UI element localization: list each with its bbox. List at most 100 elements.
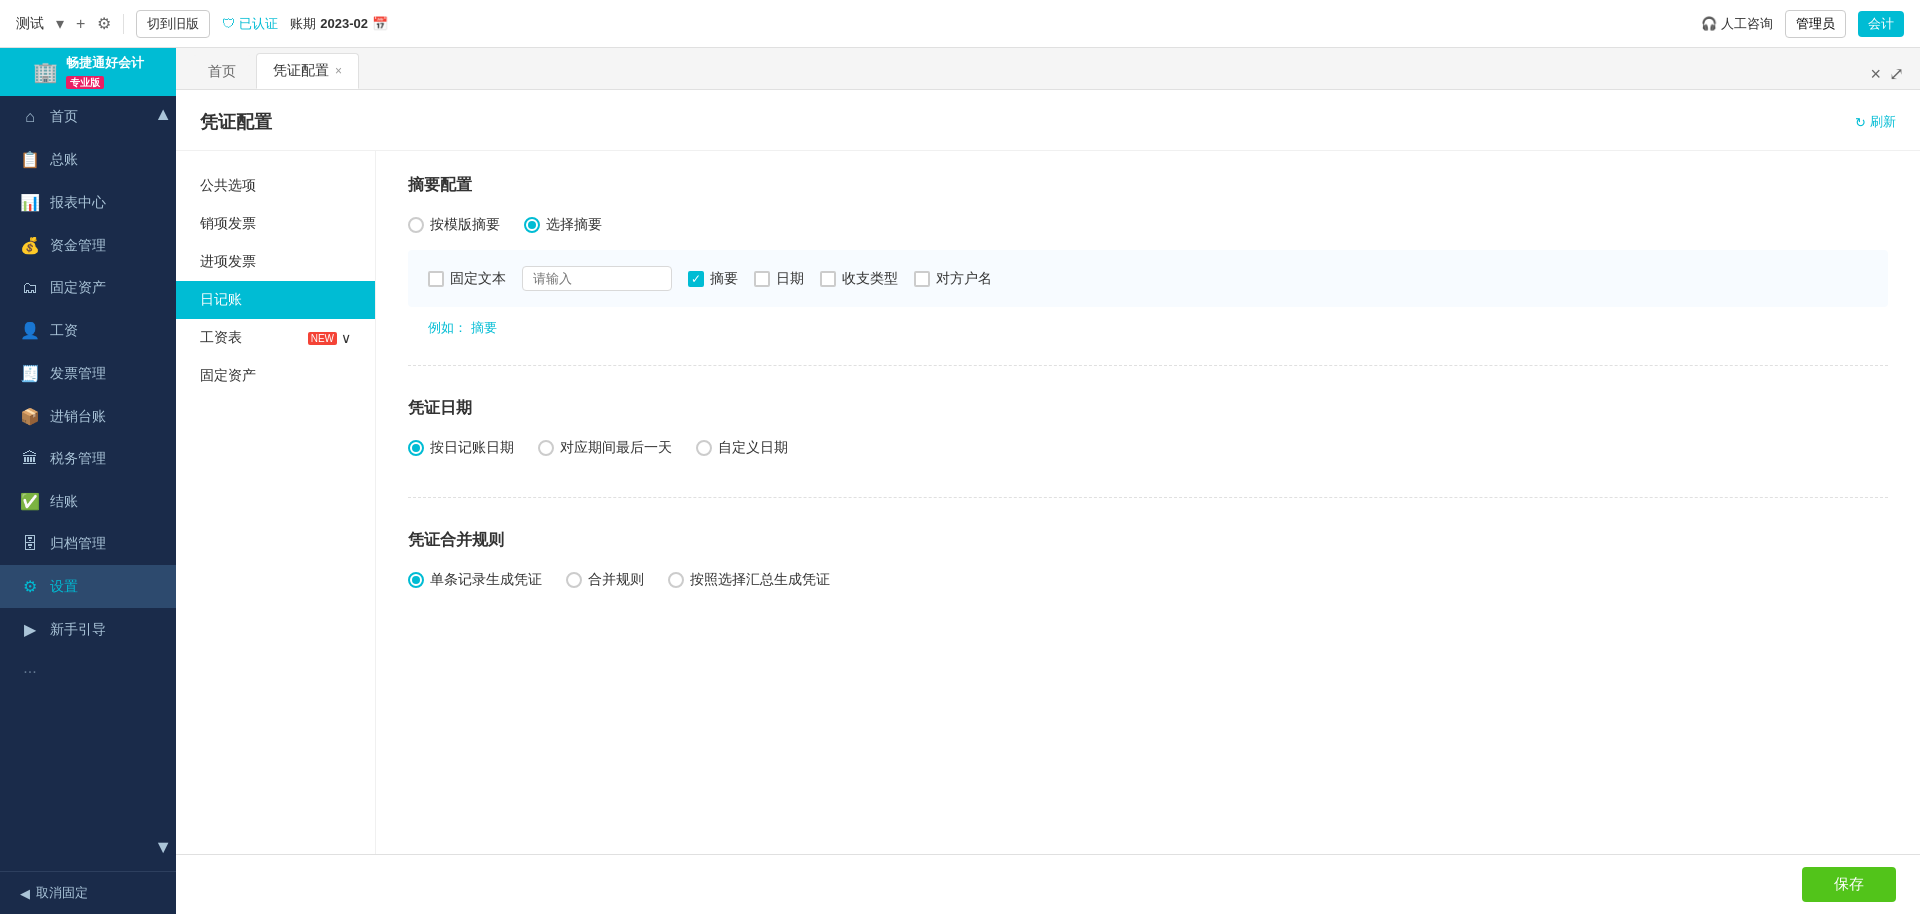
sidebar-item-ledger[interactable]: 📋 总账 xyxy=(0,138,176,181)
left-nav-item-public[interactable]: 公共选项 xyxy=(176,167,375,205)
sidebar-item-extra[interactable]: ··· xyxy=(0,651,176,693)
sidebar-item-salary[interactable]: 👤 工资 xyxy=(0,309,176,352)
date-radio-journal[interactable]: 按日记账日期 xyxy=(408,439,514,457)
logo-icon: 🏢 xyxy=(33,60,58,84)
topbar-certified: 🛡 已认证 xyxy=(222,15,278,33)
sidebar-item-settings[interactable]: ⚙ 设置 xyxy=(0,565,176,608)
tab-close-icon[interactable]: × xyxy=(335,64,342,78)
checkbox-label: 摘要 xyxy=(710,270,738,288)
merge-radio-rule[interactable]: 合并规则 xyxy=(566,571,644,589)
checkbox-date[interactable]: 日期 xyxy=(754,270,804,288)
topbar-switch-btn[interactable]: 切到旧版 xyxy=(136,10,210,38)
radio-circle-journal xyxy=(408,440,424,456)
tabbar: 首页 凭证配置 × × ⤢ xyxy=(176,48,1920,90)
sidebar-item-sales[interactable]: 📦 进销台账 xyxy=(0,395,176,438)
chevron-right-icon: ∨ xyxy=(341,330,351,346)
merge-radio-single[interactable]: 单条记录生成凭证 xyxy=(408,571,542,589)
capital-icon: 💰 xyxy=(20,236,40,255)
refresh-icon: ↻ xyxy=(1855,115,1866,130)
reports-icon: 📊 xyxy=(20,193,40,212)
topbar-accountant-btn[interactable]: 会计 xyxy=(1858,11,1904,37)
salary-icon: 👤 xyxy=(20,321,40,340)
date-radio-period-last[interactable]: 对应期间最后一天 xyxy=(538,439,672,457)
radio-label: 对应期间最后一天 xyxy=(560,439,672,457)
left-nav-item-journal[interactable]: 日记账 xyxy=(176,281,375,319)
checkbox-counterpart[interactable]: 对方户名 xyxy=(914,270,992,288)
sidebar-item-capital[interactable]: 💰 资金管理 xyxy=(0,224,176,267)
sidebar-scroll-up-btn[interactable]: ▲ xyxy=(154,104,172,125)
checkbox-box-date xyxy=(754,271,770,287)
sidebar-item-reports[interactable]: 📊 报表中心 xyxy=(0,181,176,224)
date-radio-group: 按日记账日期 对应期间最后一天 自定义日期 xyxy=(408,439,1888,457)
logo-title: 畅捷通好会计 xyxy=(66,54,144,72)
summary-title: 摘要配置 xyxy=(408,175,1888,196)
checkbox-income-type[interactable]: 收支类型 xyxy=(820,270,898,288)
sidebar-item-checkout[interactable]: ✅ 结账 xyxy=(0,480,176,523)
sidebar-scroll: ⌂ 首页 📋 总账 📊 报表中心 💰 资金管理 🗂 固定资产 👤 工资 xyxy=(0,96,176,871)
save-bar: 保存 xyxy=(176,854,1920,914)
topbar-project: 测试 xyxy=(16,15,44,33)
checkbox-summary[interactable]: ✓ 摘要 xyxy=(688,270,738,288)
ledger-icon: 📋 xyxy=(20,150,40,169)
checkbox-fixed-text[interactable]: 固定文本 xyxy=(428,270,506,288)
calendar-icon: 📅 xyxy=(372,16,388,31)
sidebar-scroll-down-btn[interactable]: ▼ xyxy=(154,837,172,858)
merge-radio-select-merge[interactable]: 按照选择汇总生成凭证 xyxy=(668,571,830,589)
checkbox-label: 日期 xyxy=(776,270,804,288)
sidebar-item-guide[interactable]: ▶ 新手引导 xyxy=(0,608,176,651)
checkbox-box-counterpart xyxy=(914,271,930,287)
tabbar-fullscreen-btn[interactable]: ⤢ xyxy=(1889,63,1904,85)
refresh-label: 刷新 xyxy=(1870,113,1896,131)
radio-label: 按模版摘要 xyxy=(430,216,500,234)
topbar-chevron-btn[interactable]: ▾ xyxy=(56,14,64,33)
example-prefix: 例如： xyxy=(428,320,467,335)
summary-radio-select[interactable]: 选择摘要 xyxy=(524,216,602,234)
topbar-add-btn[interactable]: + xyxy=(76,15,85,33)
left-nav: 公共选项 销项发票 进项发票 日记账 工资表 NEW xyxy=(176,151,376,854)
sidebar-item-home[interactable]: ⌂ 首页 xyxy=(0,96,176,138)
save-btn[interactable]: 保存 xyxy=(1802,867,1896,902)
topbar-consult[interactable]: 🎧 人工咨询 xyxy=(1701,15,1773,33)
left-nav-item-sales-invoice[interactable]: 销项发票 xyxy=(176,205,375,243)
left-nav-item-payroll[interactable]: 工资表 NEW ∨ xyxy=(176,319,375,357)
radio-label: 选择摘要 xyxy=(546,216,602,234)
summary-radio-group: 按模版摘要 选择摘要 xyxy=(408,216,1888,234)
radio-circle-select-merge xyxy=(668,572,684,588)
tab-home[interactable]: 首页 xyxy=(192,55,252,89)
sidebar-item-tax[interactable]: 🏛 税务管理 xyxy=(0,438,176,480)
topbar-right: 🎧 人工咨询 管理员 会计 xyxy=(1701,10,1904,38)
tab-voucher-config[interactable]: 凭证配置 × xyxy=(256,53,359,89)
fixed-text-input[interactable] xyxy=(522,266,672,291)
left-nav-label: 销项发票 xyxy=(200,215,256,233)
sidebar-item-assets[interactable]: 🗂 固定资产 xyxy=(0,267,176,309)
sidebar-cancel-pin[interactable]: ◀ 取消固定 xyxy=(0,871,176,914)
certified-icon: 🛡 xyxy=(222,16,235,31)
radio-label: 按日记账日期 xyxy=(430,439,514,457)
checkout-icon: ✅ xyxy=(20,492,40,511)
checkbox-label: 收支类型 xyxy=(842,270,898,288)
sidebar-item-invoice[interactable]: 🧾 发票管理 xyxy=(0,352,176,395)
sidebar-item-archive[interactable]: 🗄 归档管理 xyxy=(0,523,176,565)
tax-icon: 🏛 xyxy=(20,450,40,468)
radio-circle-custom xyxy=(696,440,712,456)
date-radio-custom[interactable]: 自定义日期 xyxy=(696,439,788,457)
sidebar-item-label: 税务管理 xyxy=(50,450,106,468)
tabbar-close-btn[interactable]: × xyxy=(1870,64,1881,85)
refresh-btn[interactable]: ↻ 刷新 xyxy=(1855,113,1896,131)
sidebar-item-label: 资金管理 xyxy=(50,237,106,255)
topbar-settings-btn[interactable]: ⚙ xyxy=(97,14,111,33)
topbar-divider xyxy=(123,14,124,34)
sales-icon: 📦 xyxy=(20,407,40,426)
sidebar-logo: 🏢 畅捷通好会计 专业版 xyxy=(0,48,176,96)
logo-sub: 专业版 xyxy=(66,76,104,89)
checkbox-label: 固定文本 xyxy=(450,270,506,288)
left-nav-item-purchase-invoice[interactable]: 进项发票 xyxy=(176,243,375,281)
radio-circle-single xyxy=(408,572,424,588)
consult-label: 人工咨询 xyxy=(1721,15,1773,33)
left-nav-item-fixed-assets[interactable]: 固定资产 xyxy=(176,357,375,395)
merge-title: 凭证合并规则 xyxy=(408,530,1888,551)
topbar-admin-btn[interactable]: 管理员 xyxy=(1785,10,1846,38)
summary-radio-template[interactable]: 按模版摘要 xyxy=(408,216,500,234)
left-nav-label: 工资表 xyxy=(200,329,242,347)
content-area: 首页 凭证配置 × × ⤢ 凭证配置 ↻ 刷新 xyxy=(176,48,1920,914)
